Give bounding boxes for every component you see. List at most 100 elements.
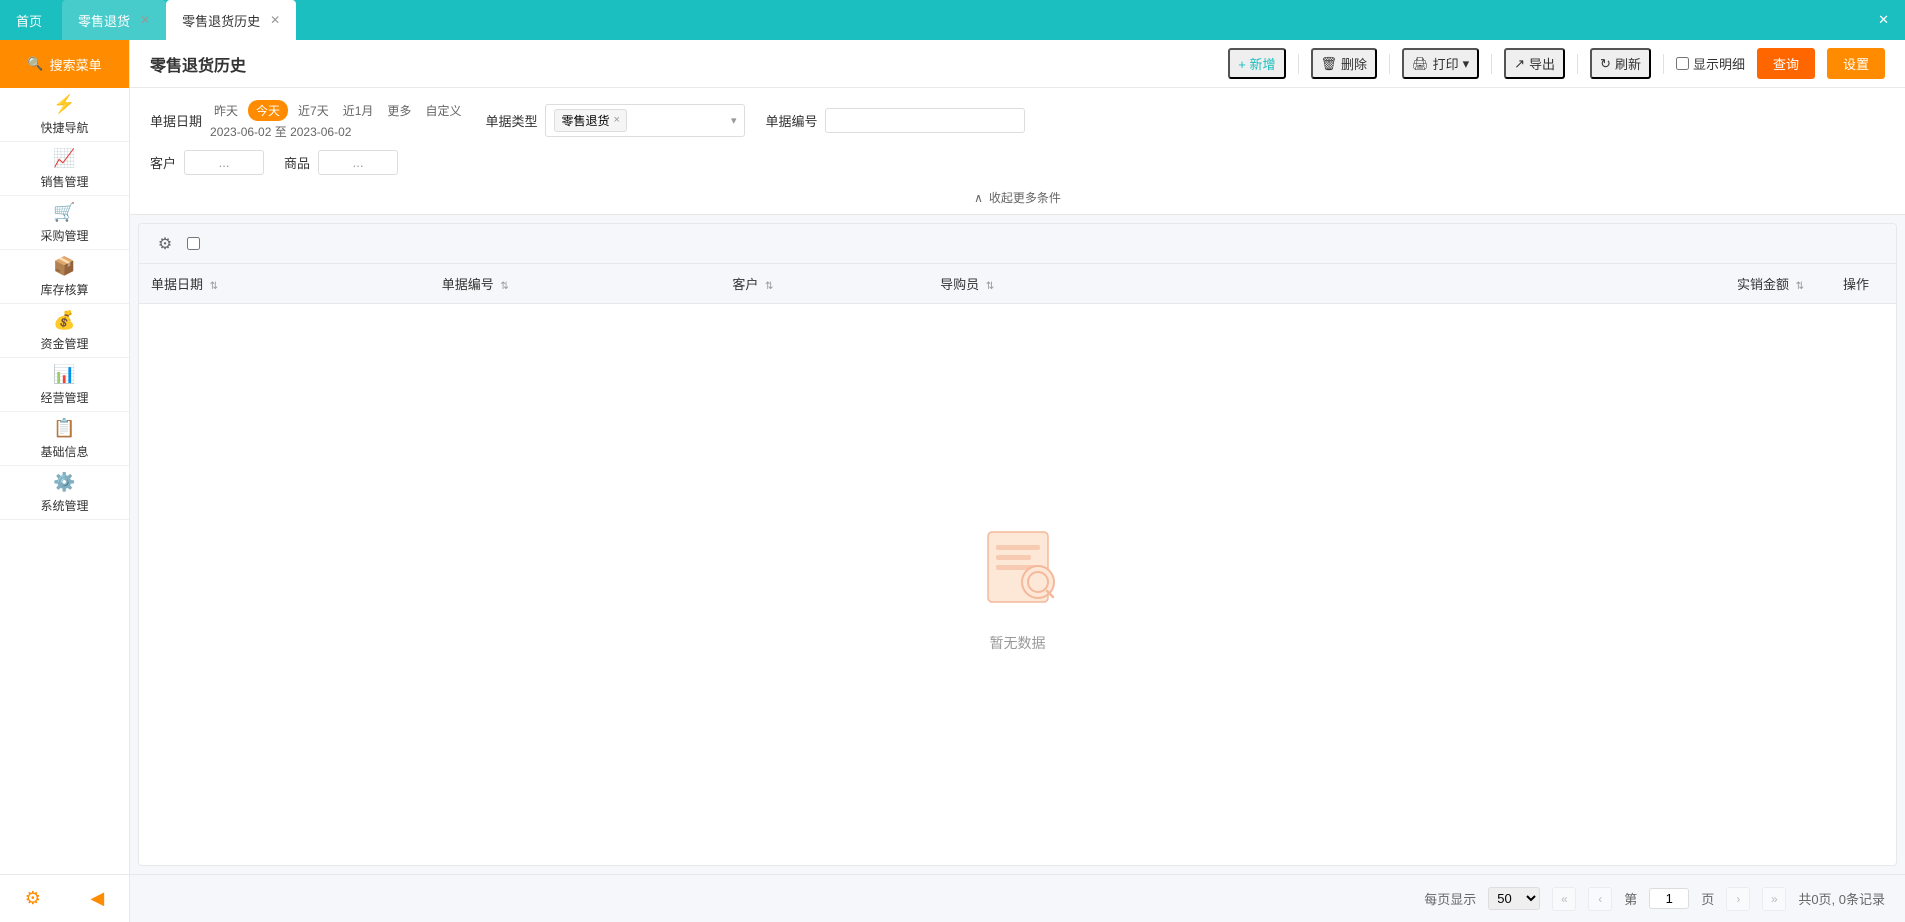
- tab-retail-return-history-close[interactable]: ✕: [270, 13, 280, 27]
- tab-retail-return[interactable]: 零售退货 ✕: [62, 0, 166, 40]
- display-toggle[interactable]: 显示明细: [1676, 54, 1745, 73]
- tab-retail-return-history[interactable]: 零售退货历史 ✕: [166, 0, 296, 40]
- th-action: 操作: [1816, 264, 1896, 304]
- product-input[interactable]: ...: [318, 150, 398, 175]
- doc-type-select[interactable]: 零售退货 × ▾: [545, 104, 745, 137]
- th-customer[interactable]: 客户 ⇅: [720, 264, 928, 304]
- sidebar-collapse-icon[interactable]: ◀: [90, 888, 104, 909]
- customer-label: 客户: [150, 153, 176, 172]
- th-action-label: 操作: [1843, 277, 1869, 292]
- collapse-bar[interactable]: ∧ 收起更多条件: [150, 185, 1885, 206]
- date-label: 单据日期: [150, 111, 202, 130]
- th-amount[interactable]: 实销金额 ⇅: [1177, 264, 1816, 304]
- sidebar-item-operations[interactable]: 📊 经营管理: [0, 358, 129, 412]
- sidebar-item-label: 经营管理: [40, 389, 88, 406]
- divider-4: [1577, 54, 1578, 74]
- sidebar-search-label: 搜索菜单: [50, 55, 102, 74]
- data-table: 单据日期 ⇅ 单据编号 ⇅ 客户 ⇅ 导购员 ⇅: [139, 264, 1896, 304]
- next-page-button[interactable]: ›: [1726, 887, 1750, 911]
- divider-2: [1389, 54, 1390, 74]
- date-range-display: 2023-06-02 至 2023-06-02: [210, 123, 465, 140]
- last-page-button[interactable]: »: [1762, 887, 1786, 911]
- sidebar-item-basic-info[interactable]: 📋 基础信息: [0, 412, 129, 466]
- date-btn-7days[interactable]: 近7天: [294, 100, 333, 121]
- print-button[interactable]: 🖨 打印 ▾: [1402, 48, 1479, 79]
- sidebar-item-inventory[interactable]: 📦 库存核算: [0, 250, 129, 304]
- sidebar-item-purchase-mgmt[interactable]: 🛒 采购管理: [0, 196, 129, 250]
- select-all-checkbox[interactable]: [187, 237, 200, 250]
- product-filter: 商品 ...: [284, 150, 398, 175]
- table-header-row: 单据日期 ⇅ 单据编号 ⇅ 客户 ⇅ 导购员 ⇅: [139, 264, 1896, 304]
- th-date[interactable]: 单据日期 ⇅: [139, 264, 430, 304]
- table-header: 单据日期 ⇅ 单据编号 ⇅ 客户 ⇅ 导购员 ⇅: [139, 264, 1896, 304]
- doc-number-label: 单据编号: [765, 111, 817, 130]
- per-page-select[interactable]: 20 50 100: [1488, 887, 1540, 910]
- main-layout: 🔍 搜索菜单 ⚡ 快捷导航 📈 销售管理 🛒 采购管理 📦 库存核算 💰: [0, 40, 1905, 922]
- sidebar-item-system-mgmt[interactable]: ⚙️ 系统管理: [0, 466, 129, 520]
- sidebar-bottom: ⚙ ◀: [0, 874, 129, 922]
- sidebar-item-label: 库存核算: [40, 281, 88, 298]
- page-unit: 页: [1701, 889, 1714, 908]
- page-input[interactable]: 1: [1649, 888, 1689, 909]
- doc-type-tag-close[interactable]: ×: [613, 114, 619, 126]
- sidebar: 🔍 搜索菜单 ⚡ 快捷导航 📈 销售管理 🛒 采购管理 📦 库存核算 💰: [0, 40, 130, 922]
- delete-button[interactable]: 🗑 删除: [1311, 48, 1378, 79]
- collapse-label: 收起更多条件: [989, 189, 1061, 206]
- first-page-button[interactable]: «: [1552, 887, 1576, 911]
- divider-3: [1491, 54, 1492, 74]
- doc-type-arrow-icon: ▾: [731, 114, 737, 127]
- doc-type-tag: 零售退货 ×: [554, 109, 626, 132]
- search-icon: 🔍: [27, 56, 43, 72]
- pagination: 每页显示 20 50 100 « ‹ 第 1 页 › » 共0页, 0条记录: [130, 874, 1905, 922]
- sidebar-item-label: 采购管理: [40, 227, 88, 244]
- tab-home[interactable]: 首页: [0, 0, 58, 40]
- th-guide-sort-icon: ⇅: [986, 281, 994, 292]
- page-header: 零售退货历史 + 新增 🗑 删除 🖨 打印 ▾ ↗ 导出: [130, 40, 1905, 88]
- finance-icon: 💰: [53, 310, 75, 331]
- sidebar-item-label: 系统管理: [40, 497, 88, 514]
- th-guide-label: 导购员: [940, 277, 979, 292]
- product-label: 商品: [284, 153, 310, 172]
- date-btn-more[interactable]: 更多: [383, 100, 415, 121]
- tab-retail-return-close[interactable]: ✕: [140, 13, 150, 27]
- date-btn-custom[interactable]: 自定义: [421, 100, 465, 121]
- window-close-button[interactable]: ✕: [1878, 12, 1905, 28]
- prev-page-button[interactable]: ‹: [1588, 887, 1612, 911]
- doc-number-input[interactable]: [825, 108, 1025, 133]
- sidebar-item-sales-mgmt[interactable]: 📈 销售管理: [0, 142, 129, 196]
- column-settings-icon[interactable]: ⚙: [151, 230, 179, 258]
- quick-nav-icon: ⚡: [53, 94, 75, 115]
- date-btn-yesterday[interactable]: 昨天: [210, 100, 242, 121]
- th-amount-label: 实销金额: [1737, 277, 1789, 292]
- purchase-icon: 🛒: [53, 202, 75, 223]
- th-customer-label: 客户: [732, 277, 758, 292]
- refresh-button[interactable]: ↻ 刷新: [1590, 48, 1651, 79]
- divider-1: [1298, 54, 1299, 74]
- tab-home-label: 首页: [16, 11, 42, 30]
- tab-list: 首页 零售退货 ✕ 零售退货历史 ✕: [0, 0, 1878, 40]
- sales-icon: 📈: [53, 148, 75, 169]
- th-guide[interactable]: 导购员 ⇅: [928, 264, 1177, 304]
- th-number[interactable]: 单据编号 ⇅: [430, 264, 721, 304]
- sidebar-item-finance[interactable]: 💰 资金管理: [0, 304, 129, 358]
- customer-input[interactable]: ...: [184, 150, 264, 175]
- basic-info-icon: 📋: [53, 418, 75, 439]
- display-toggle-checkbox[interactable]: [1676, 57, 1689, 70]
- th-number-label: 单据编号: [442, 277, 494, 292]
- content-area: 零售退货历史 + 新增 🗑 删除 🖨 打印 ▾ ↗ 导出: [130, 40, 1905, 922]
- new-button[interactable]: + 新增: [1228, 48, 1285, 79]
- divider-5: [1663, 54, 1664, 74]
- setting-button[interactable]: 设置: [1827, 48, 1885, 79]
- sidebar-item-label: 基础信息: [40, 443, 88, 460]
- print-arrow-icon: ▾: [1463, 56, 1470, 72]
- sidebar-item-quick-nav[interactable]: ⚡ 快捷导航: [0, 88, 129, 142]
- sidebar-settings-icon[interactable]: ⚙: [25, 888, 41, 909]
- date-btn-1month[interactable]: 近1月: [339, 100, 378, 121]
- query-button[interactable]: 查询: [1757, 48, 1815, 79]
- th-date-sort-icon: ⇅: [210, 281, 218, 292]
- empty-text: 暂无数据: [990, 633, 1046, 653]
- date-btn-today[interactable]: 今天: [248, 100, 288, 121]
- delete-label: 删除: [1341, 54, 1367, 73]
- sidebar-search[interactable]: 🔍 搜索菜单: [0, 40, 129, 88]
- export-button[interactable]: ↗ 导出: [1504, 48, 1565, 79]
